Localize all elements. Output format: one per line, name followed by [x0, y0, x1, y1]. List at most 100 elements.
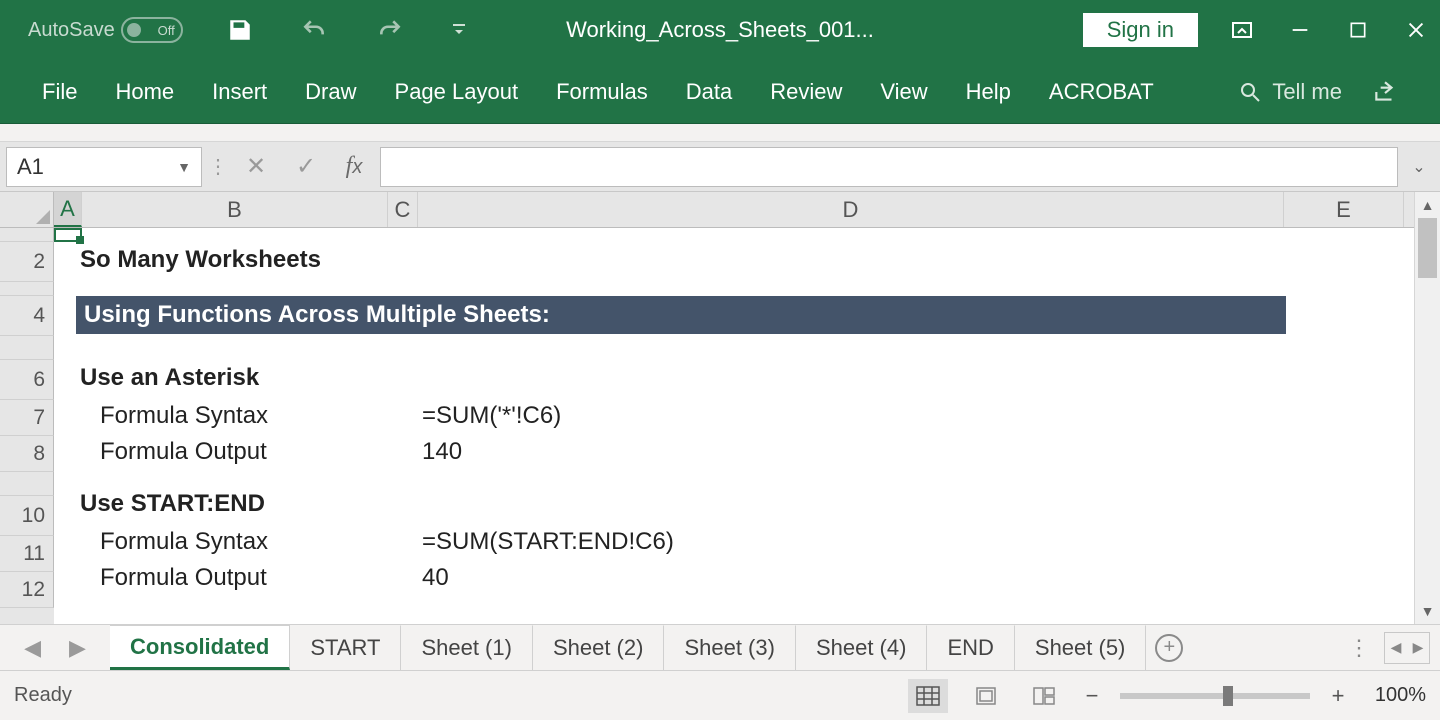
row-header-11[interactable]: 11: [0, 536, 54, 572]
minimize-icon[interactable]: [1286, 16, 1314, 44]
page-layout-view-icon[interactable]: [966, 679, 1006, 713]
cell-d11[interactable]: =SUM(START:END!C6): [418, 528, 674, 556]
name-box-value: A1: [17, 154, 44, 180]
row-header-6[interactable]: 6: [0, 360, 54, 400]
document-title: Working_Across_Sheets_001...: [566, 17, 874, 43]
cells-area[interactable]: So Many Worksheets Using Functions Acros…: [54, 228, 1414, 624]
row-header-12[interactable]: 12: [0, 572, 54, 608]
insert-function-icon[interactable]: fx: [334, 153, 374, 180]
save-icon[interactable]: [227, 17, 253, 43]
zoom-level[interactable]: 100%: [1366, 684, 1426, 707]
sheet-tab-sheet3[interactable]: Sheet (3): [664, 625, 796, 670]
sheet-nav-next-icon[interactable]: ▶: [69, 635, 86, 661]
active-cell-indicator: [54, 228, 82, 242]
row-headers: 2 4 6 7 8 10 11 12: [0, 228, 54, 624]
expand-formula-bar-icon[interactable]: ⌄: [1404, 157, 1434, 177]
tab-formulas[interactable]: Formulas: [556, 79, 648, 105]
title-bar: AutoSave Off Working_Across_Sheets_001..…: [0, 0, 1440, 60]
new-sheet-button[interactable]: +: [1146, 625, 1192, 670]
sheet-tab-sheet1[interactable]: Sheet (1): [401, 625, 533, 670]
undo-icon[interactable]: [299, 17, 329, 43]
zoom-slider[interactable]: [1120, 693, 1310, 699]
formula-input[interactable]: [380, 147, 1398, 187]
cell-b8[interactable]: Formula Output: [54, 438, 360, 466]
ribbon-display-options-icon[interactable]: [1228, 16, 1256, 44]
sheet-tab-consolidated[interactable]: Consolidated: [110, 625, 290, 670]
cell-b12[interactable]: Formula Output: [54, 564, 360, 592]
sheet-options-icon[interactable]: ⋮: [1348, 635, 1370, 661]
row-header-10[interactable]: 10: [0, 496, 54, 536]
row-header-9[interactable]: [0, 472, 54, 496]
formula-bar-separator: ⋮: [208, 154, 228, 179]
quick-access-toolbar: [227, 17, 467, 43]
autosave-toggle[interactable]: Off: [121, 17, 183, 43]
sheet-tab-start[interactable]: START: [290, 625, 401, 670]
sheet-tab-end[interactable]: END: [927, 625, 1014, 670]
close-icon[interactable]: [1402, 16, 1430, 44]
row-header-2[interactable]: 2: [0, 242, 54, 282]
column-header-a[interactable]: A: [54, 192, 82, 227]
column-header-c[interactable]: C: [388, 192, 418, 227]
cell-d7[interactable]: =SUM('*'!C6): [418, 402, 561, 430]
tab-page-layout[interactable]: Page Layout: [395, 79, 519, 105]
sheet-tab-sheet5[interactable]: Sheet (5): [1015, 625, 1147, 670]
row-header-7[interactable]: 7: [0, 400, 54, 436]
sign-in-button[interactable]: Sign in: [1083, 13, 1198, 47]
page-break-view-icon[interactable]: [1024, 679, 1064, 713]
row-header-3[interactable]: [0, 282, 54, 296]
zoom-slider-thumb[interactable]: [1223, 686, 1233, 706]
enter-formula-icon[interactable]: ✓: [284, 152, 328, 181]
hscroll-left-icon[interactable]: ◀: [1385, 633, 1407, 663]
horizontal-scroll-nav[interactable]: ◀ ▶: [1384, 632, 1430, 664]
tab-data[interactable]: Data: [686, 79, 732, 105]
cell-b2[interactable]: So Many Worksheets: [54, 246, 360, 274]
qat-customize-icon[interactable]: [451, 22, 467, 38]
cell-d12[interactable]: 40: [418, 564, 449, 592]
chevron-down-icon[interactable]: ▼: [177, 159, 191, 175]
zoom-out-button[interactable]: −: [1082, 683, 1102, 709]
scroll-down-icon[interactable]: ▼: [1415, 598, 1440, 624]
row-header-4[interactable]: 4: [0, 296, 54, 336]
tab-draw[interactable]: Draw: [305, 79, 356, 105]
cell-b10[interactable]: Use START:END: [54, 490, 360, 518]
column-header-b[interactable]: B: [82, 192, 388, 227]
scroll-up-icon[interactable]: ▲: [1415, 192, 1440, 218]
cell-b6[interactable]: Use an Asterisk: [54, 364, 360, 392]
sheet-nav-prev-icon[interactable]: ◀: [24, 635, 41, 661]
redo-icon[interactable]: [375, 17, 405, 43]
row-header-5[interactable]: [0, 336, 54, 360]
worksheet-grid: A B C D E 2 4 6 7 8 10 11 12: [0, 192, 1440, 624]
select-all-cell[interactable]: [0, 192, 54, 227]
tab-insert[interactable]: Insert: [212, 79, 267, 105]
maximize-icon[interactable]: [1344, 16, 1372, 44]
column-header-d[interactable]: D: [418, 192, 1284, 227]
scroll-thumb[interactable]: [1418, 218, 1437, 278]
tab-view[interactable]: View: [880, 79, 927, 105]
name-box[interactable]: A1 ▼: [6, 147, 202, 187]
row-header-1[interactable]: [0, 228, 54, 242]
cell-b7[interactable]: Formula Syntax: [54, 402, 360, 430]
sheet-tab-sheet4[interactable]: Sheet (4): [796, 625, 928, 670]
tab-review[interactable]: Review: [770, 79, 842, 105]
tab-home[interactable]: Home: [115, 79, 174, 105]
share-icon[interactable]: [1372, 79, 1398, 105]
tab-help[interactable]: Help: [966, 79, 1011, 105]
tell-me-label[interactable]: Tell me: [1272, 79, 1342, 105]
cancel-formula-icon[interactable]: ✕: [234, 152, 278, 181]
tab-acrobat[interactable]: ACROBAT: [1049, 79, 1154, 105]
tab-file[interactable]: File: [42, 79, 77, 105]
zoom-in-button[interactable]: +: [1328, 683, 1348, 709]
section-banner[interactable]: Using Functions Across Multiple Sheets:: [76, 296, 1286, 334]
sheet-tab-sheet2[interactable]: Sheet (2): [533, 625, 665, 670]
cell-b11[interactable]: Formula Syntax: [54, 528, 360, 556]
cell-b4: Using Functions Across Multiple Sheets:: [84, 301, 550, 329]
tell-me-search-icon[interactable]: [1238, 80, 1262, 104]
column-headers: A B C D E: [0, 192, 1414, 228]
hscroll-right-icon[interactable]: ▶: [1407, 633, 1429, 663]
autosave-control[interactable]: AutoSave Off: [28, 17, 183, 43]
cell-d8[interactable]: 140: [418, 438, 462, 466]
row-header-8[interactable]: 8: [0, 436, 54, 472]
column-header-e[interactable]: E: [1284, 192, 1404, 227]
vertical-scrollbar[interactable]: ▲ ▼: [1414, 192, 1440, 624]
normal-view-icon[interactable]: [908, 679, 948, 713]
